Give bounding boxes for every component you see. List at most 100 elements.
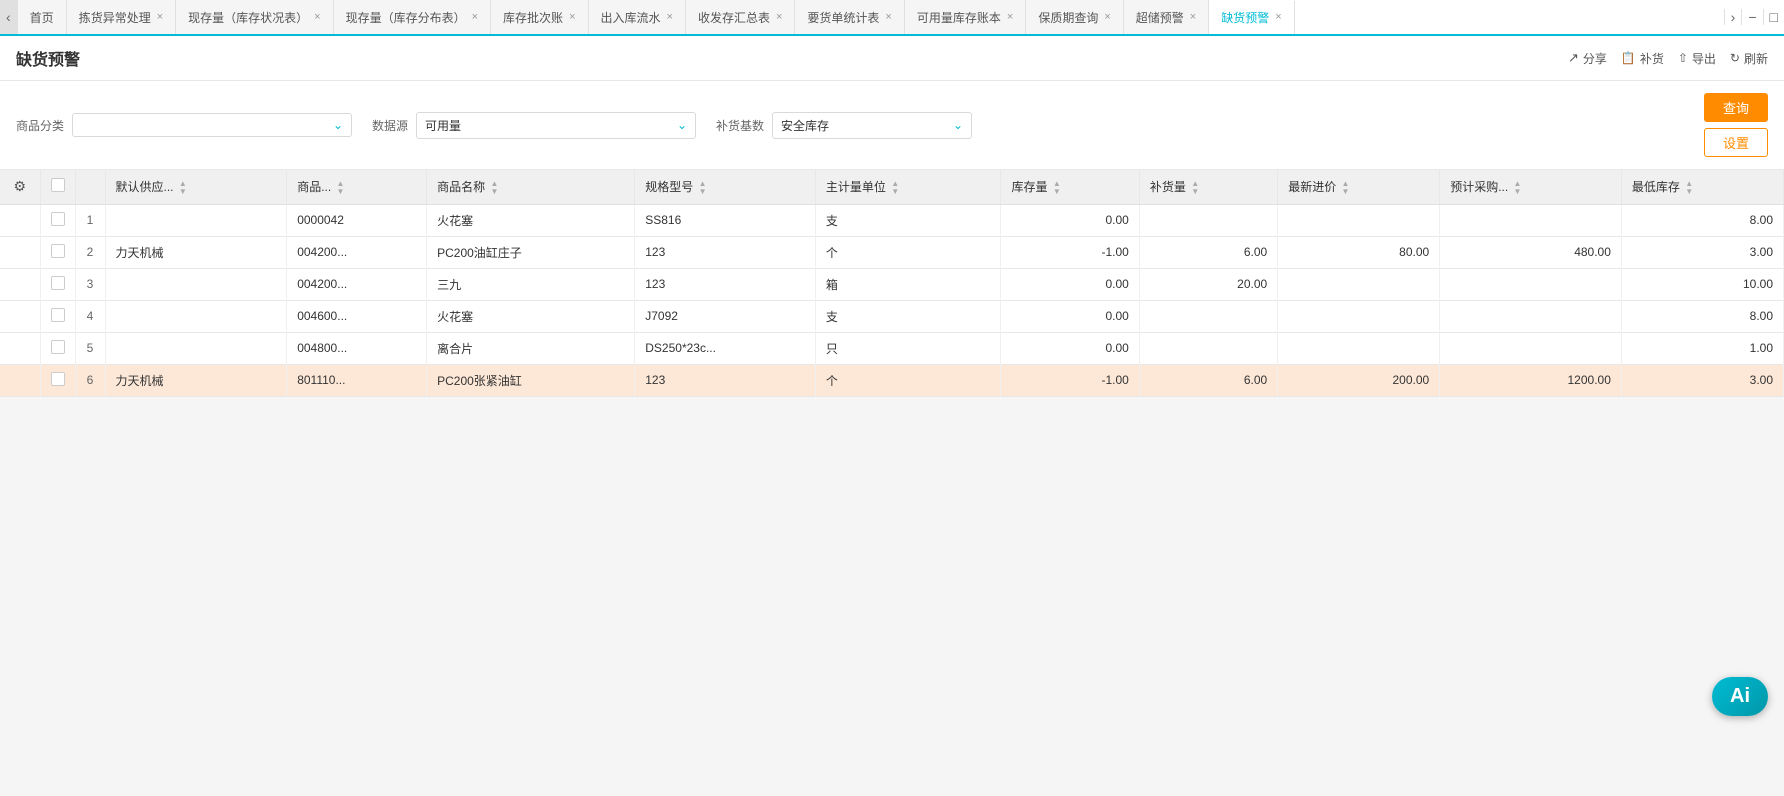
category-filter: 商品分类 ⌄: [16, 113, 352, 137]
td-supplier: [105, 268, 287, 300]
tab-abnormal[interactable]: 拣货异常处理×: [67, 0, 176, 34]
setting-button[interactable]: 设置: [1704, 128, 1768, 157]
tab-close-abnormal[interactable]: ×: [157, 11, 163, 23]
replenish-button[interactable]: 📋 补货: [1621, 50, 1664, 67]
header-actions: ↗ 分享 📋 补货 ⇧ 导出 ↻ 刷新: [1568, 50, 1768, 67]
tab-scroll-left[interactable]: ‹: [0, 0, 18, 34]
tab-inout-flow[interactable]: 出入库流水×: [589, 0, 686, 34]
th-estimated-purchase[interactable]: 预计采购... ▲▼: [1440, 170, 1622, 204]
tab-receive-summary[interactable]: 收发存汇总表×: [686, 0, 795, 34]
td-product-name: 火花塞: [427, 300, 635, 332]
tab-scroll-right[interactable]: ›: [1724, 9, 1742, 25]
replenish-base-select[interactable]: 安全库存 ⌄: [772, 112, 972, 139]
th-latest-price[interactable]: 最新进价 ▲▼: [1278, 170, 1440, 204]
tab-expiry-query[interactable]: 保质期查询×: [1026, 0, 1123, 34]
td-checkbox[interactable]: [40, 364, 75, 396]
th-spec[interactable]: 规格型号 ▲▼: [635, 170, 816, 204]
tab-close-inventory-status[interactable]: ×: [314, 11, 320, 23]
row-checkbox[interactable]: [51, 308, 65, 322]
tab-batch-account[interactable]: 库存批次账×: [491, 0, 588, 34]
td-product-name: 三九: [427, 268, 635, 300]
th-unit[interactable]: 主计量单位 ▲▼: [815, 170, 1001, 204]
tab-close-inventory-dist[interactable]: ×: [472, 11, 478, 23]
tab-stockout-warning[interactable]: 缺货预警×: [1209, 1, 1294, 34]
tab-close-available-ledger[interactable]: ×: [1007, 11, 1013, 23]
tab-close-batch-account[interactable]: ×: [569, 11, 575, 23]
ai-label: Ai: [1730, 685, 1750, 708]
tab-close-overstock-warning[interactable]: ×: [1190, 11, 1196, 23]
tab-minimize[interactable]: −: [1741, 9, 1762, 25]
tab-overstock-warning[interactable]: 超储预警×: [1124, 0, 1209, 34]
th-product-code[interactable]: 商品... ▲▼: [287, 170, 427, 204]
td-spec: J7092: [635, 300, 816, 332]
page-content: 缺货预警 ↗ 分享 📋 补货 ⇧ 导出 ↻ 刷新 商品分类: [0, 36, 1784, 397]
td-min-stock: 8.00: [1621, 204, 1783, 236]
tab-home[interactable]: 首页: [18, 0, 67, 34]
replenish-base-filter: 补货基数 安全库存 ⌄: [716, 112, 972, 139]
th-default-supplier[interactable]: 默认供应... ▲▼: [105, 170, 287, 204]
table-row: 6力天机械801110...PC200张紧油缸123个-1.006.00200.…: [0, 364, 1784, 396]
refresh-button[interactable]: ↻ 刷新: [1730, 50, 1768, 67]
th-product-name[interactable]: 商品名称 ▲▼: [427, 170, 635, 204]
tab-close-inout-flow[interactable]: ×: [667, 11, 673, 23]
td-gear: [0, 268, 40, 300]
td-replenish-qty: 6.00: [1139, 364, 1277, 396]
row-checkbox[interactable]: [51, 212, 65, 226]
td-latest-price: [1278, 268, 1440, 300]
row-checkbox[interactable]: [51, 340, 65, 354]
row-checkbox[interactable]: [51, 372, 65, 386]
query-button[interactable]: 查询: [1704, 93, 1768, 122]
th-settings[interactable]: ⚙: [0, 170, 40, 204]
td-product-code: 004200...: [287, 236, 427, 268]
export-label: 导出: [1692, 50, 1716, 67]
th-checkbox: [40, 170, 75, 204]
td-unit: 支: [815, 300, 1001, 332]
td-checkbox[interactable]: [40, 204, 75, 236]
tab-close-stockout-warning[interactable]: ×: [1275, 11, 1281, 23]
td-gear: [0, 236, 40, 268]
datasource-select[interactable]: 可用量 ⌄: [416, 112, 696, 139]
tab-inventory-status[interactable]: 现存量（库存状况表）×: [176, 0, 333, 34]
export-button[interactable]: ⇧ 导出: [1678, 50, 1716, 67]
td-stock-qty: -1.00: [1001, 364, 1139, 396]
td-checkbox[interactable]: [40, 300, 75, 332]
td-min-stock: 8.00: [1621, 300, 1783, 332]
tab-close-requisition-stat[interactable]: ×: [885, 11, 891, 23]
refresh-icon: ↻: [1730, 51, 1740, 65]
tab-close-receive-summary[interactable]: ×: [776, 11, 782, 23]
td-estimated-purchase: 1200.00: [1440, 364, 1622, 396]
row-checkbox[interactable]: [51, 244, 65, 258]
ai-badge[interactable]: Ai: [1712, 677, 1768, 716]
tab-maximize[interactable]: □: [1763, 9, 1784, 25]
tab-close-expiry-query[interactable]: ×: [1104, 11, 1110, 23]
td-latest-price: 200.00: [1278, 364, 1440, 396]
td-min-stock: 3.00: [1621, 236, 1783, 268]
tab-requisition-stat[interactable]: 要货单统计表×: [795, 0, 904, 34]
td-latest-price: [1278, 204, 1440, 236]
row-checkbox[interactable]: [51, 276, 65, 290]
td-checkbox[interactable]: [40, 332, 75, 364]
td-product-name: 离合片: [427, 332, 635, 364]
tab-inventory-dist[interactable]: 现存量（库存分布表）×: [334, 0, 491, 34]
category-select[interactable]: ⌄: [72, 113, 352, 137]
th-replenish-qty[interactable]: 补货量 ▲▼: [1139, 170, 1277, 204]
th-stock-qty[interactable]: 库存量 ▲▼: [1001, 170, 1139, 204]
td-supplier: 力天机械: [105, 236, 287, 268]
td-supplier: 力天机械: [105, 364, 287, 396]
header-checkbox[interactable]: [51, 178, 65, 192]
td-product-name: PC200张紧油缸: [427, 364, 635, 396]
category-arrow-icon: ⌄: [333, 118, 343, 132]
td-supplier: [105, 300, 287, 332]
td-row-num: 3: [75, 268, 105, 300]
share-button[interactable]: ↗ 分享: [1568, 50, 1607, 67]
td-latest-price: 80.00: [1278, 236, 1440, 268]
td-checkbox[interactable]: [40, 268, 75, 300]
tab-available-ledger[interactable]: 可用量库存账本×: [905, 0, 1026, 34]
table-row: 4004600...火花塞J7092支0.008.00: [0, 300, 1784, 332]
td-row-num: 1: [75, 204, 105, 236]
tab-bar: ‹ 首页拣货异常处理×现存量（库存状况表）×现存量（库存分布表）×库存批次账×出…: [0, 0, 1784, 36]
th-min-stock[interactable]: 最低库存 ▲▼: [1621, 170, 1783, 204]
td-checkbox[interactable]: [40, 236, 75, 268]
td-product-name: 火花塞: [427, 204, 635, 236]
settings-gear-icon[interactable]: ⚙: [13, 178, 26, 194]
